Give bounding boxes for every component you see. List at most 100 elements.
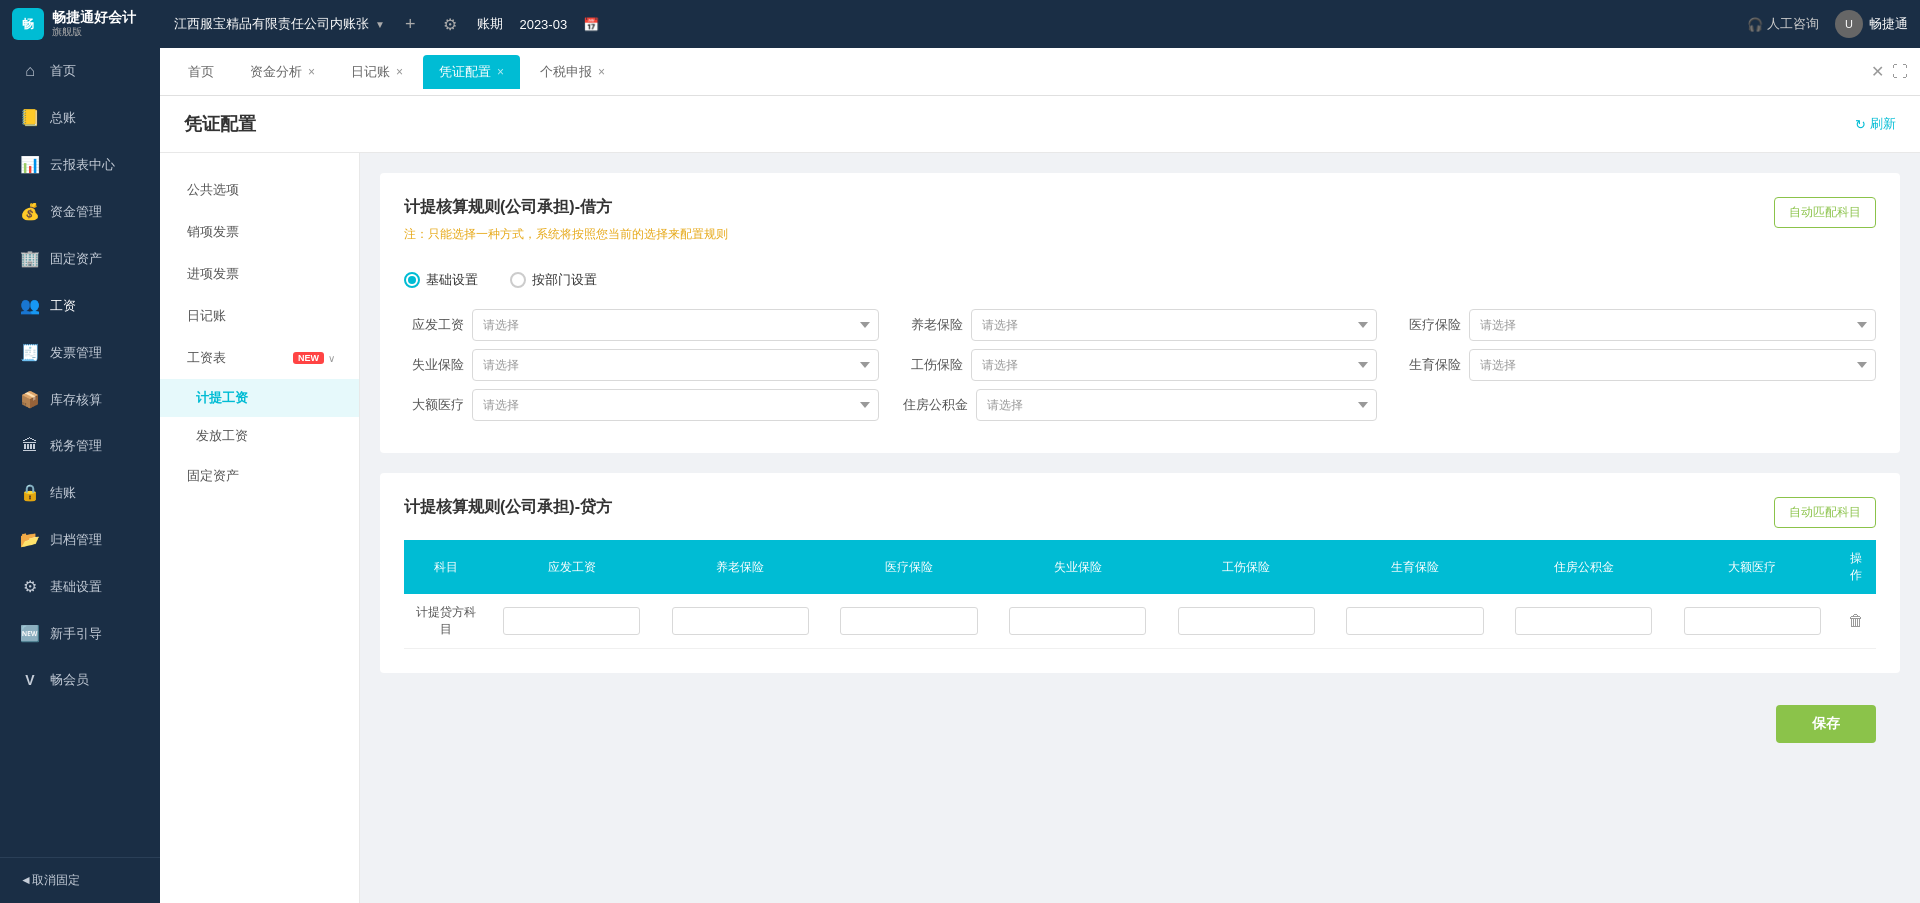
tab-fund-analysis-close[interactable]: × xyxy=(308,65,315,79)
nav-accrual-salary[interactable]: 计提工资 xyxy=(160,379,359,417)
delete-row-button[interactable]: 🗑 xyxy=(1848,612,1864,630)
tab-tax-report[interactable]: 个税申报 × xyxy=(524,55,621,89)
app-name: 畅捷通好会计 xyxy=(52,9,136,26)
sidebar-item-assets[interactable]: 🏢 固定资产 xyxy=(0,235,160,282)
input-credit-ylbx2[interactable] xyxy=(840,607,977,635)
debit-form-row1: 应发工资 请选择 养老保险 请选择 医疗保险 xyxy=(404,309,1876,341)
radio-dept[interactable]: 按部门设置 xyxy=(510,271,597,289)
form-item-ylbx2: 医疗保险 请选择 xyxy=(1401,309,1876,341)
tab-journal-close[interactable]: × xyxy=(396,65,403,79)
th-sybx2: 生育保险 xyxy=(1331,540,1500,594)
company-name: 江西服宝精品有限责任公司内账张 xyxy=(174,15,369,33)
label-yfgz: 应发工资 xyxy=(404,316,464,334)
chevron-down-nav-icon: ∨ xyxy=(328,353,335,364)
cancel-fixed-label: ◄取消固定 xyxy=(20,872,80,889)
th-yfgz: 应发工资 xyxy=(487,540,656,594)
nav-journal[interactable]: 日记账 xyxy=(160,295,359,337)
input-credit-gsbx[interactable] xyxy=(1178,607,1315,635)
nav-pay-salary[interactable]: 发放工资 xyxy=(160,417,359,455)
ai-consult-button[interactable]: 🎧 人工咨询 xyxy=(1747,15,1819,33)
nav-sales-invoice[interactable]: 销项发票 xyxy=(160,211,359,253)
sidebar-label-assets: 固定资产 xyxy=(50,250,102,268)
app-edition: 旗舰版 xyxy=(52,25,136,39)
sidebar-label-tax: 税务管理 xyxy=(50,437,102,455)
select-deyl[interactable]: 请选择 xyxy=(472,389,879,421)
select-ylbx[interactable]: 请选择 xyxy=(971,309,1378,341)
input-credit-yfgz[interactable] xyxy=(503,607,640,635)
reports-icon: 📊 xyxy=(20,155,40,174)
sidebar-label-guide: 新手引导 xyxy=(50,625,102,643)
sidebar-item-guide[interactable]: 🆕 新手引导 xyxy=(0,610,160,657)
debit-section-title: 计提核算规则(公司承担)-借方 xyxy=(404,197,1774,218)
nav-salary-table[interactable]: 工资表 NEW ∨ xyxy=(160,337,359,379)
settings-icon[interactable]: ⚙ xyxy=(435,11,465,38)
nav-purchase-invoice[interactable]: 进项发票 xyxy=(160,253,359,295)
select-gsbx[interactable]: 请选择 xyxy=(971,349,1378,381)
select-ylbx2[interactable]: 请选择 xyxy=(1469,309,1876,341)
tab-home[interactable]: 首页 xyxy=(172,55,230,89)
label-zfgjj: 住房公积金 xyxy=(903,396,968,414)
add-company-button[interactable]: + xyxy=(397,10,424,39)
close-all-icon[interactable]: ✕ xyxy=(1871,62,1884,81)
cell-ylbx xyxy=(656,594,825,649)
select-zfgjj[interactable]: 请选择 xyxy=(976,389,1378,421)
form-item-sybx: 失业保险 请选择 xyxy=(404,349,879,381)
credit-auto-match-button[interactable]: 自动匹配科目 xyxy=(1774,497,1876,528)
sidebar-item-invoice[interactable]: 🧾 发票管理 xyxy=(0,329,160,376)
calendar-icon[interactable]: 📅 xyxy=(583,17,599,32)
sidebar-item-settings[interactable]: ⚙ 基础设置 xyxy=(0,563,160,610)
sidebar-item-ledger[interactable]: 📒 总账 xyxy=(0,94,160,141)
input-credit-sybx2[interactable] xyxy=(1346,607,1483,635)
form-item-yfgz: 应发工资 请选择 xyxy=(404,309,879,341)
th-gsbx: 工伤保险 xyxy=(1162,540,1331,594)
tab-voucher-config-close[interactable]: × xyxy=(497,65,504,79)
top-bar: 畅 畅捷通好会计 旗舰版 江西服宝精品有限责任公司内账张 ▼ + ⚙ 账期 20… xyxy=(0,0,1920,48)
page-header: 凭证配置 ↻ 刷新 xyxy=(160,96,1920,153)
select-sybx[interactable]: 请选择 xyxy=(472,349,879,381)
input-credit-deyl[interactable] xyxy=(1684,607,1821,635)
form-item-deyl: 大额医疗 请选择 xyxy=(404,389,879,421)
funds-icon: 💰 xyxy=(20,202,40,221)
refresh-button[interactable]: ↻ 刷新 xyxy=(1855,115,1896,133)
tab-voucher-config[interactable]: 凭证配置 × xyxy=(423,55,520,89)
debit-auto-match-button[interactable]: 自动匹配科目 xyxy=(1774,197,1876,228)
sidebar-item-member[interactable]: V 畅会员 xyxy=(0,657,160,703)
input-credit-sybx[interactable] xyxy=(1009,607,1146,635)
table-row: 计提贷方科目 🗑 xyxy=(404,594,1876,649)
input-credit-zfgjj[interactable] xyxy=(1515,607,1652,635)
cancel-fixed-button[interactable]: ◄取消固定 xyxy=(0,857,160,903)
sidebar-item-archive[interactable]: 📂 归档管理 xyxy=(0,516,160,563)
sidebar-item-inventory[interactable]: 📦 库存核算 xyxy=(0,376,160,423)
debit-section-note: 注：只能选择一种方式，系统将按照您当前的选择来配置规则 xyxy=(404,226,1774,243)
sidebar-label-salary: 工资 xyxy=(50,297,76,315)
select-sybx2[interactable]: 请选择 xyxy=(1469,349,1876,381)
sidebar-label-invoice: 发票管理 xyxy=(50,344,102,362)
sidebar-item-closing[interactable]: 🔒 结账 xyxy=(0,469,160,516)
form-item-sybx2: 生育保险 请选择 xyxy=(1401,349,1876,381)
tab-journal[interactable]: 日记账 × xyxy=(335,55,419,89)
save-button[interactable]: 保存 xyxy=(1776,705,1876,743)
main-panel: 计提核算规则(公司承担)-借方 注：只能选择一种方式，系统将按照您当前的选择来配… xyxy=(360,153,1920,903)
nav-fixed-assets[interactable]: 固定资产 xyxy=(160,455,359,497)
logo-icon: 畅 xyxy=(12,8,44,40)
label-sybx2: 生育保险 xyxy=(1401,356,1461,374)
select-yfgz[interactable]: 请选择 xyxy=(472,309,879,341)
sidebar-item-home[interactable]: ⌂ 首页 xyxy=(0,48,160,94)
tab-tax-report-close[interactable]: × xyxy=(598,65,605,79)
nav-public[interactable]: 公共选项 xyxy=(160,169,359,211)
sidebar-item-tax[interactable]: 🏛 税务管理 xyxy=(0,423,160,469)
expand-icon[interactable]: ⛶ xyxy=(1892,63,1908,81)
cell-ylbx2 xyxy=(825,594,994,649)
sidebar-item-reports[interactable]: 📊 云报表中心 xyxy=(0,141,160,188)
th-action: 操作 xyxy=(1837,540,1876,594)
credit-section: 计提核算规则(公司承担)-贷方 自动匹配科目 科目 应发工资 养老保险 医疗保险… xyxy=(380,473,1900,673)
tab-fund-analysis[interactable]: 资金分析 × xyxy=(234,55,331,89)
company-selector[interactable]: 江西服宝精品有限责任公司内账张 ▼ xyxy=(174,15,385,33)
guide-icon: 🆕 xyxy=(20,624,40,643)
input-credit-ylbx[interactable] xyxy=(672,607,809,635)
ledger-icon: 📒 xyxy=(20,108,40,127)
sidebar-item-funds[interactable]: 💰 资金管理 xyxy=(0,188,160,235)
radio-basic[interactable]: 基础设置 xyxy=(404,271,478,289)
sidebar-item-salary[interactable]: 👥 工资 xyxy=(0,282,160,329)
cell-sybx xyxy=(993,594,1162,649)
